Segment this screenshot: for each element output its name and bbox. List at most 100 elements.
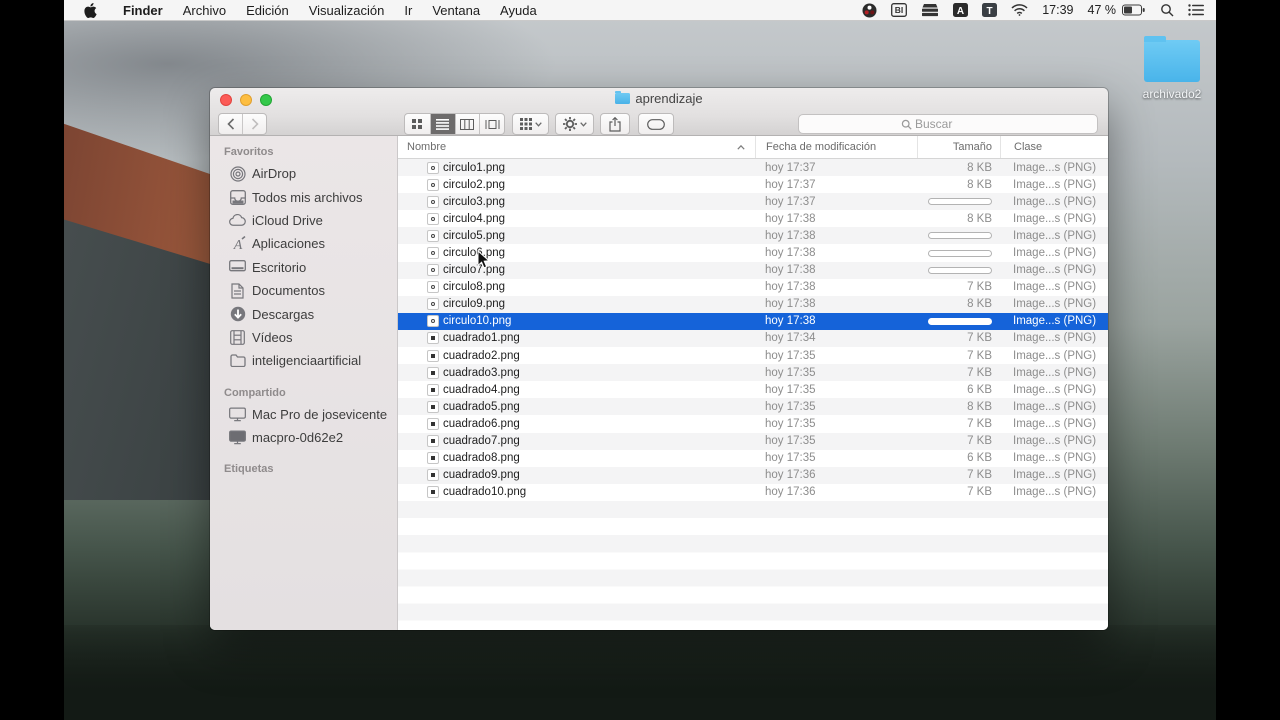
sidebar-item-label: Descargas xyxy=(252,306,315,322)
file-modified-cell: hoy 17:38 xyxy=(765,212,816,225)
action-gear-button[interactable] xyxy=(555,113,594,135)
sidebar-item-documentos[interactable]: Documentos xyxy=(210,279,397,302)
file-name: circulo4.png xyxy=(443,212,506,225)
file-size-cell xyxy=(917,317,1000,325)
file-name-cell: cuadrado7.png xyxy=(398,435,755,448)
sidebar-item-todos-mis-archivos[interactable]: Todos mis archivos xyxy=(210,185,397,208)
menu-item-ventana[interactable]: Ventana xyxy=(422,0,490,21)
sidebar-item-v-deos[interactable]: Vídeos xyxy=(210,326,397,349)
airdrop-icon xyxy=(229,165,246,182)
file-row[interactable]: cuadrado1.png hoy 17:34 7 KB Image...s (PNG… xyxy=(398,329,1108,348)
file-size-cell: 7 KB xyxy=(967,366,992,379)
folder-icon xyxy=(229,352,246,369)
window-chrome[interactable]: aprendizaje xyxy=(210,88,1108,136)
search-input[interactable] xyxy=(915,117,995,131)
desktop-folder-archivado2[interactable]: archivado2 xyxy=(1131,36,1213,101)
drobo-icon[interactable] xyxy=(921,2,939,18)
file-kind-cell: Image...s (PNG) xyxy=(1013,212,1097,225)
menu-item-finder[interactable]: Finder xyxy=(113,0,173,21)
menu-item-ayuda[interactable]: Ayuda xyxy=(490,0,547,21)
column-header-tamano[interactable]: Tamaño xyxy=(917,136,1000,158)
finder-window: aprendizaje Buscar Favoritos AirDrop Tod… xyxy=(210,88,1108,630)
columns-view-button[interactable] xyxy=(454,114,480,134)
sidebar-item-aplicaciones[interactable]: A Aplicaciones xyxy=(210,232,397,255)
file-row[interactable]: circulo3.png hoy 17:37 Image...s (PNG) xyxy=(398,193,1108,211)
size-calculating-pill xyxy=(928,317,992,325)
sidebar-item-descargas[interactable]: Descargas xyxy=(210,302,397,325)
apple-icon[interactable] xyxy=(84,2,97,18)
adobe-icon[interactable]: A xyxy=(953,2,969,18)
sidebar-item-escritorio[interactable]: Escritorio xyxy=(210,256,397,279)
tag-button[interactable] xyxy=(638,113,674,135)
circle-thumbnail-mark xyxy=(431,251,435,256)
bi-icon[interactable]: BI xyxy=(891,2,908,18)
file-name: circulo8.png xyxy=(443,281,506,294)
sidebar-item-macpro-0d62e2[interactable]: macpro-0d62e2 xyxy=(210,426,397,449)
menu-clock[interactable]: 17:39 xyxy=(1042,3,1073,17)
icons-view-button[interactable] xyxy=(405,114,430,134)
column-header-fecha[interactable]: Fecha de modificación xyxy=(755,136,917,158)
file-kind-cell: Image...s (PNG) xyxy=(1013,452,1097,465)
file-size-cell: 8 KB xyxy=(967,298,992,311)
file-row[interactable]: circulo5.png hoy 17:38 Image...s (PNG) xyxy=(398,227,1108,245)
file-kind-cell: Image...s (PNG) xyxy=(1013,349,1097,362)
coverflow-view-button[interactable] xyxy=(479,114,504,134)
file-row[interactable]: cuadrado3.png hoy 17:35 7 KB Image...s (PNG… xyxy=(398,364,1108,382)
square-thumbnail-mark xyxy=(431,336,435,341)
sidebar-item-label: Todos mis archivos xyxy=(252,189,363,205)
sidebar-item-inteligenciaartificial[interactable]: inteligenciaartificial xyxy=(210,349,397,372)
file-row[interactable]: circulo7.png hoy 17:38 Image...s (PNG) xyxy=(398,261,1108,279)
file-kind-cell: Image...s (PNG) xyxy=(1013,332,1097,345)
sidebar-item-airdrop[interactable]: AirDrop xyxy=(210,162,397,185)
file-size-cell: 7 KB xyxy=(967,417,992,430)
pillarbox-right xyxy=(1216,0,1280,720)
file-row[interactable]: circulo4.png hoy 17:38 8 KB Image...s (PNG) xyxy=(398,210,1108,228)
wifi-icon[interactable] xyxy=(1011,2,1028,18)
column-header-clase[interactable]: Clase xyxy=(1000,136,1108,158)
menu-item-edición[interactable]: Edición xyxy=(236,0,299,21)
file-thumbnail-icon xyxy=(427,383,439,396)
spotlight-icon[interactable] xyxy=(1160,2,1174,18)
list-view-button[interactable] xyxy=(429,114,455,134)
file-row[interactable]: cuadrado6.png hoy 17:35 7 KB Image...s (PNG… xyxy=(398,415,1108,433)
file-row[interactable]: circulo10.png hoy 17:38 Image...s (PNG) xyxy=(398,312,1108,330)
file-row[interactable]: circulo1.png hoy 17:37 8 KB Image...s (PNG) xyxy=(398,159,1108,177)
sidebar-item-mac-pro-de-josevicente[interactable]: Mac Pro de josevicente xyxy=(210,403,397,426)
file-row[interactable]: cuadrado10.png hoy 17:36 7 KB Image...s (PN… xyxy=(398,483,1108,501)
display-alt-icon xyxy=(229,429,246,446)
file-kind-cell: Image...s (PNG) xyxy=(1013,298,1097,311)
menu-item-visualización[interactable]: Visualización xyxy=(299,0,395,21)
file-thumbnail-icon xyxy=(427,366,439,379)
teamviewer-icon[interactable]: T xyxy=(982,2,998,18)
status-icons-container: BI A T xyxy=(862,2,1028,18)
file-modified-cell: hoy 17:36 xyxy=(765,469,816,482)
file-row[interactable]: circulo9.png hoy 17:38 8 KB Image...s (PNG) xyxy=(398,295,1108,313)
file-row[interactable]: circulo8.png hoy 17:38 7 KB Image...s (PNG) xyxy=(398,278,1108,296)
file-row[interactable]: cuadrado2.png hoy 17:35 7 KB Image...s (PNG… xyxy=(398,347,1108,365)
circle-thumbnail-mark xyxy=(431,268,435,273)
menu-item-ir[interactable]: Ir xyxy=(394,0,422,21)
file-row[interactable]: cuadrado7.png hoy 17:35 7 KB Image...s (PNG… xyxy=(398,432,1108,450)
file-row[interactable]: cuadrado8.png hoy 17:35 6 KB Image...s (PNG… xyxy=(398,449,1108,467)
arrange-button[interactable] xyxy=(512,113,549,135)
chevron-down-icon xyxy=(579,121,587,127)
notification-center-icon[interactable] xyxy=(1188,2,1204,18)
forward-button[interactable] xyxy=(242,114,266,134)
menu-item-archivo[interactable]: Archivo xyxy=(173,0,236,21)
file-modified-cell: hoy 17:37 xyxy=(765,161,816,174)
file-row[interactable]: cuadrado4.png hoy 17:35 6 KB Image...s (PNG… xyxy=(398,381,1108,399)
back-button[interactable] xyxy=(219,114,242,134)
share-button[interactable] xyxy=(600,113,630,135)
column-header-nombre[interactable]: Nombre xyxy=(398,136,755,158)
size-calculating-pill xyxy=(928,198,992,206)
battery-icon[interactable] xyxy=(1122,2,1146,18)
obs-icon[interactable] xyxy=(862,2,877,18)
sidebar-item-icloud-drive[interactable]: iCloud Drive xyxy=(210,209,397,232)
search-field[interactable] xyxy=(798,114,1098,134)
file-row[interactable]: circulo2.png hoy 17:37 8 KB Image...s (PNG) xyxy=(398,176,1108,194)
file-row[interactable]: cuadrado5.png hoy 17:35 8 KB Image...s (PNG… xyxy=(398,398,1108,416)
file-row[interactable]: cuadrado9.png hoy 17:36 7 KB Image...s (PNG… xyxy=(398,466,1108,484)
sidebar-item-label: Escritorio xyxy=(252,259,307,275)
file-size-cell: 8 KB xyxy=(967,400,992,413)
file-row[interactable]: circulo6.png hoy 17:38 Image...s (PNG) xyxy=(398,244,1108,262)
